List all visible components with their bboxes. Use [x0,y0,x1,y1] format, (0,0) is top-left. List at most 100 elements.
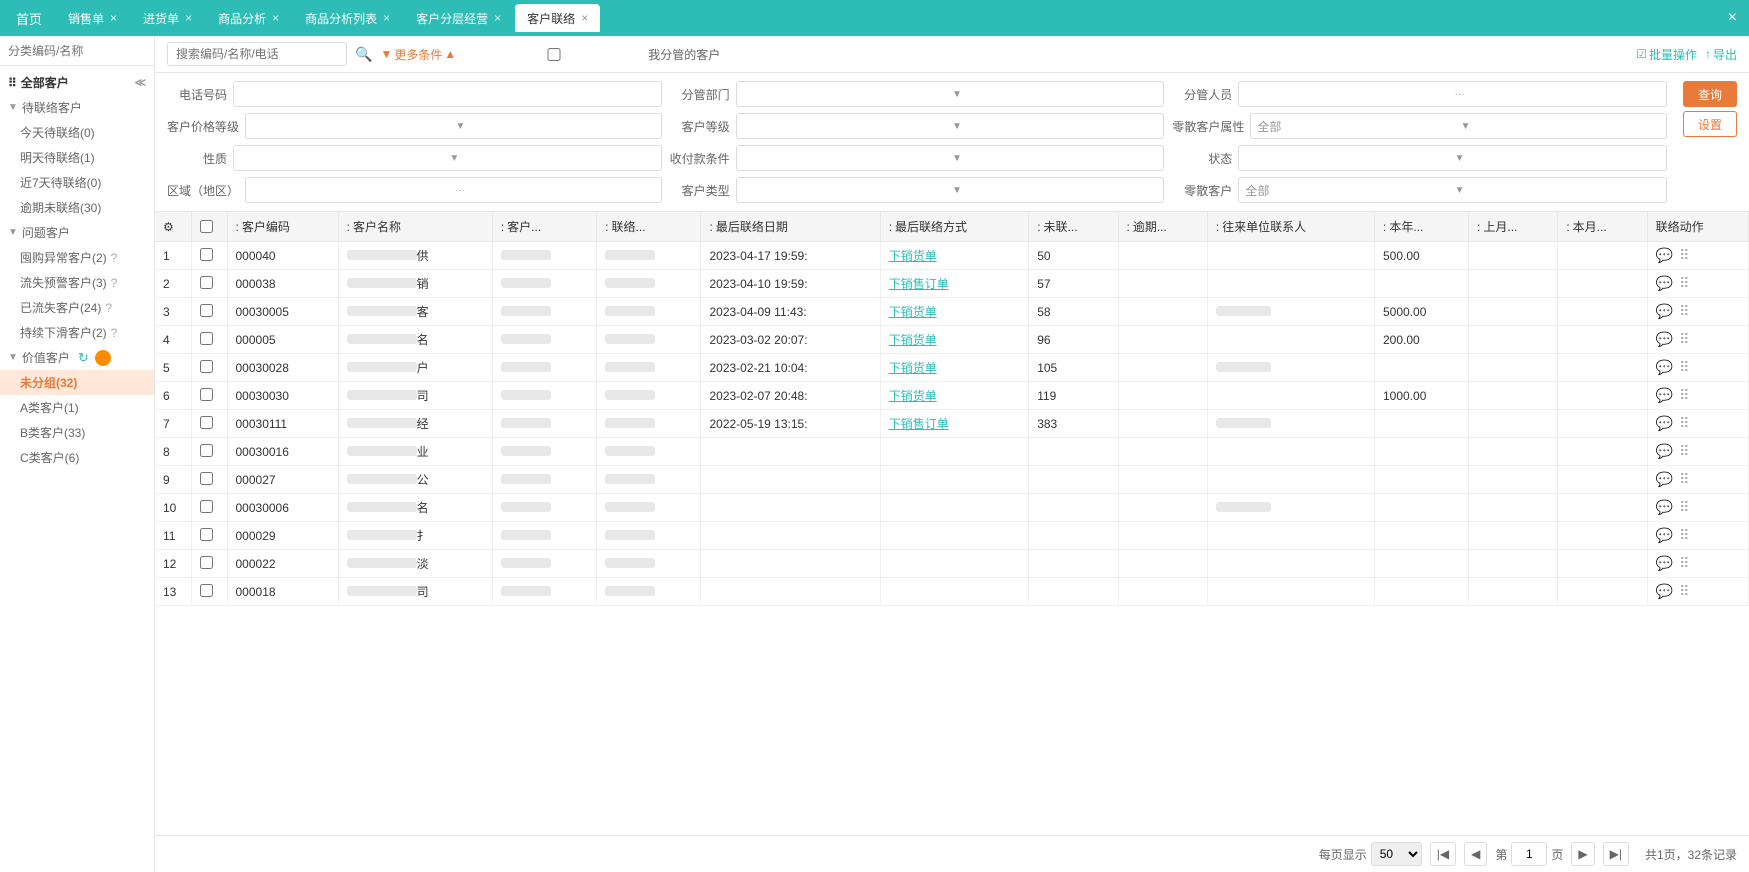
sidebar-item-tomorrow[interactable]: 明天待联络(1) [0,145,154,170]
tab-customer-segment-close[interactable]: × [494,11,501,25]
last-method-link[interactable]: 下销货单 [889,361,937,375]
more-actions-icon[interactable]: ⠿ [1679,303,1689,320]
sidebar-item-overdue[interactable]: 逾期未联络(30) [0,195,154,220]
more-actions-icon[interactable]: ⠿ [1679,387,1689,404]
last-method-link[interactable]: 下销货单 [889,305,937,319]
tab-product-analysis-list[interactable]: 商品分析列表 × [293,4,402,32]
page-input[interactable] [1511,842,1547,866]
batch-operation-button[interactable]: ☑ 批量操作 [1636,46,1697,63]
sidebar-item-today[interactable]: 今天待联络(0) [0,120,154,145]
sidebar-item-churned[interactable]: 已流失客户(24) ? [0,295,154,320]
more-actions-icon[interactable]: ⠿ [1679,275,1689,292]
row-checkbox[interactable] [200,388,213,401]
chat-icon[interactable]: 💬 [1656,415,1673,432]
next-page-button[interactable]: ▶ [1571,842,1594,866]
row-checkbox[interactable] [200,304,213,317]
more-actions-icon[interactable]: ⠿ [1679,583,1689,600]
per-page-select[interactable]: 50 20 100 [1371,842,1422,866]
tab-sales-order[interactable]: 销售单 × [56,4,129,32]
first-page-button[interactable]: |◀ [1430,842,1456,866]
last-method-link[interactable]: 下销货单 [889,389,937,403]
search-input[interactable] [167,42,347,66]
more-actions-icon[interactable]: ⠿ [1679,359,1689,376]
my-customers-checkbox[interactable] [464,48,644,61]
row-checkbox[interactable] [200,276,213,289]
reset-button[interactable]: 设置 [1683,111,1737,137]
chat-icon[interactable]: 💬 [1656,275,1673,292]
sidebar-search-input[interactable] [8,44,155,58]
settings-icon[interactable]: ⚙ [163,220,174,234]
row-checkbox[interactable] [200,528,213,541]
row-checkbox[interactable] [200,500,213,513]
prev-page-button[interactable]: ◀ [1464,842,1487,866]
tab-customer-contact[interactable]: 客户联络 × [515,4,600,32]
more-actions-icon[interactable]: ⠿ [1679,471,1689,488]
search-button[interactable]: 🔍 [355,46,372,63]
chat-icon[interactable]: 💬 [1656,443,1673,460]
sidebar-item-hoarding[interactable]: 囤购异常客户(2) ? [0,245,154,270]
col-checkbox[interactable] [191,212,227,242]
more-actions-icon[interactable]: ⠿ [1679,527,1689,544]
chat-icon[interactable]: 💬 [1656,387,1673,404]
query-button[interactable]: 查询 [1683,81,1737,107]
customer-level-select[interactable]: ▼ [736,113,1165,139]
row-checkbox[interactable] [200,472,213,485]
sidebar-group-value[interactable]: ▼ 价值客户 ↻ [0,345,154,370]
row-checkbox[interactable] [200,360,213,373]
chat-icon[interactable]: 💬 [1656,247,1673,264]
row-checkbox[interactable] [200,556,213,569]
tab-product-analysis[interactable]: 商品分析 × [206,4,291,32]
more-actions-icon[interactable]: ⠿ [1679,247,1689,264]
sidebar-item-class-b[interactable]: B类客户(33) [0,420,154,445]
last-page-button[interactable]: ▶| [1603,842,1629,866]
region-select[interactable]: ··· [245,177,662,203]
customer-type-select[interactable]: ▼ [736,177,1165,203]
row-checkbox[interactable] [200,248,213,261]
last-method-link[interactable]: 下销售订单 [889,277,949,291]
sidebar-item-class-a[interactable]: A类客户(1) [0,395,154,420]
more-actions-icon[interactable]: ⠿ [1679,331,1689,348]
more-conditions-button[interactable]: ▼ 更多条件 ▲ [380,46,456,63]
price-level-select[interactable]: ▼ [245,113,662,139]
retail-attr-select[interactable]: 全部 ▼ [1250,113,1667,139]
retail-select[interactable]: 全部 ▼ [1238,177,1667,203]
manager-input[interactable]: ··· [1238,81,1667,107]
chat-icon[interactable]: 💬 [1656,303,1673,320]
tab-customer-segment[interactable]: 客户分层经营 × [404,4,513,32]
col-settings[interactable]: ⚙ [155,212,191,242]
row-checkbox[interactable] [200,332,213,345]
more-actions-icon[interactable]: ⠿ [1679,415,1689,432]
sidebar-item-declining[interactable]: 持续下滑客户(2) ? [0,320,154,345]
chat-icon[interactable]: 💬 [1656,359,1673,376]
more-actions-icon[interactable]: ⠿ [1679,555,1689,572]
last-method-link[interactable]: 下销货单 [889,333,937,347]
my-customers-checkbox-container[interactable]: 我分管的客户 [464,46,720,63]
row-checkbox[interactable] [200,584,213,597]
chat-icon[interactable]: 💬 [1656,499,1673,516]
tab-product-analysis-close[interactable]: × [272,11,279,25]
chat-icon[interactable]: 💬 [1656,527,1673,544]
row-checkbox[interactable] [200,416,213,429]
sidebar-item-churn-warn[interactable]: 流失预警客户(3) ? [0,270,154,295]
chat-icon[interactable]: 💬 [1656,583,1673,600]
nature-select[interactable]: ▼ [233,145,662,171]
export-button[interactable]: ↑ 导出 [1705,46,1737,63]
more-actions-icon[interactable]: ⠿ [1679,443,1689,460]
row-checkbox[interactable] [200,444,213,457]
chat-icon[interactable]: 💬 [1656,331,1673,348]
sidebar-item-class-c[interactable]: C类客户(6) [0,445,154,470]
last-method-link[interactable]: 下销售订单 [889,417,949,431]
chat-icon[interactable]: 💬 [1656,471,1673,488]
tab-home[interactable]: 首页 [4,9,54,28]
sidebar-group-pending[interactable]: ▼ 待联络客户 [0,95,154,120]
tab-sales-order-close[interactable]: × [110,11,117,25]
chat-icon[interactable]: 💬 [1656,555,1673,572]
last-method-link[interactable]: 下销货单 [889,249,937,263]
tab-purchase-order-close[interactable]: × [185,11,192,25]
dept-select[interactable]: ▼ [736,81,1165,107]
tab-purchase-order[interactable]: 进货单 × [131,4,204,32]
sidebar-item-week[interactable]: 近7天待联络(0) [0,170,154,195]
tab-product-analysis-list-close[interactable]: × [383,11,390,25]
select-all-checkbox[interactable] [200,220,213,233]
more-actions-icon[interactable]: ⠿ [1679,499,1689,516]
